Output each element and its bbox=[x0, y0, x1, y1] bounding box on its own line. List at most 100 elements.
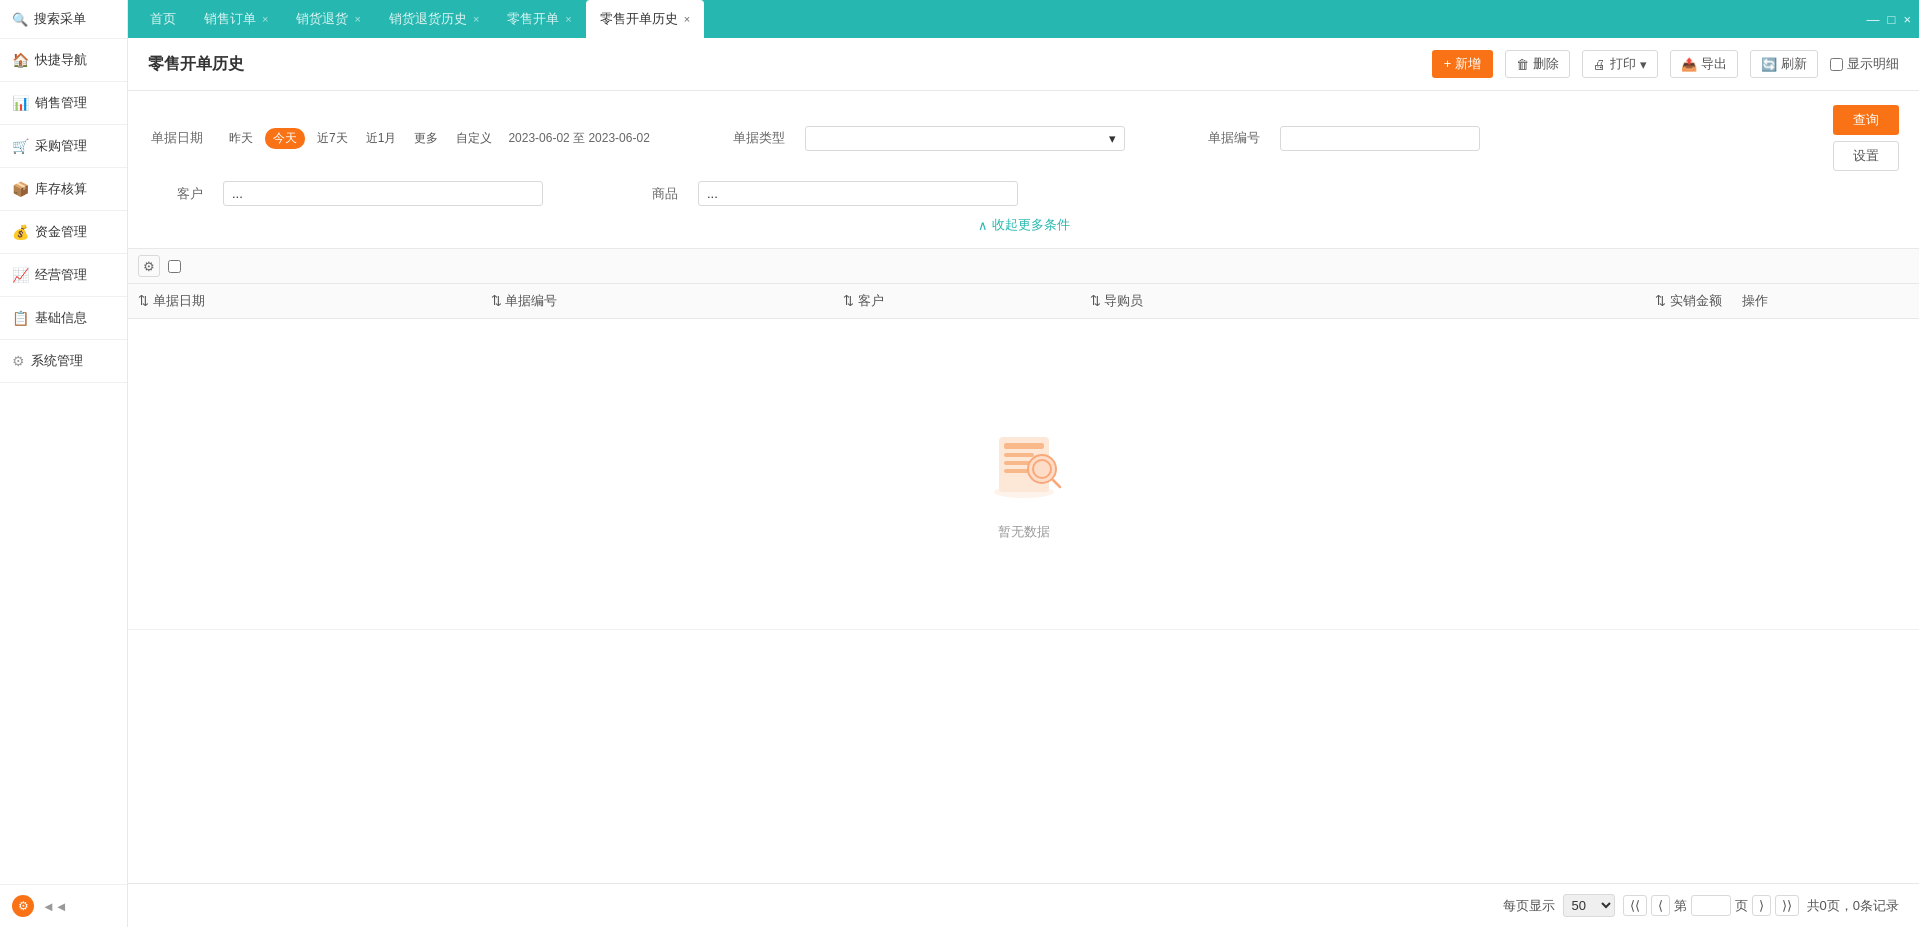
col-action: 操作 bbox=[1732, 284, 1919, 319]
customer-filter-label: 客户 bbox=[148, 185, 203, 203]
sidebar-item-label: 销售管理 bbox=[35, 94, 87, 112]
sort-icon[interactable]: ⇅ bbox=[1090, 293, 1101, 308]
empty-state: 暂无数据 bbox=[138, 327, 1909, 621]
tab-sales-return-label: 销货退货 bbox=[296, 10, 348, 28]
sidebar-item-basic-info[interactable]: 📋 基础信息 bbox=[0, 297, 127, 340]
date-btn-custom[interactable]: 自定义 bbox=[450, 128, 498, 149]
tab-sales-order[interactable]: 销售订单 × bbox=[190, 0, 282, 38]
tab-bar: 首页 销售订单 × 销货退货 × 销货退货历史 × 零售开单 × 零售开单历史 … bbox=[128, 0, 1919, 38]
tab-sales-return-history[interactable]: 销货退货历史 × bbox=[375, 0, 493, 38]
sort-icon[interactable]: ⇅ bbox=[843, 293, 854, 308]
sidebar-item-sales-mgmt[interactable]: 📊 销售管理 bbox=[0, 82, 127, 125]
sidebar-item-quick-nav[interactable]: 🏠 快捷导航 bbox=[0, 39, 127, 82]
sidebar-item-finance[interactable]: 💰 资金管理 bbox=[0, 211, 127, 254]
inventory-icon: 📦 bbox=[12, 181, 29, 197]
home-icon: 🏠 bbox=[12, 52, 29, 68]
sort-icon[interactable]: ⇅ bbox=[1655, 293, 1666, 308]
print-icon: 🖨 bbox=[1593, 57, 1606, 72]
sidebar-search[interactable]: 🔍 搜索采单 bbox=[0, 0, 127, 39]
filter-area: 单据日期 昨天 今天 近7天 近1月 更多 自定义 2023-06-02 至 2… bbox=[128, 91, 1919, 249]
purchase-icon: 🛒 bbox=[12, 138, 29, 154]
per-page-label: 每页显示 bbox=[1503, 897, 1555, 915]
last-page-button[interactable]: ⟩⟩ bbox=[1775, 895, 1799, 916]
add-button[interactable]: + 新增 bbox=[1432, 50, 1493, 78]
select-all-checkbox[interactable] bbox=[168, 260, 181, 273]
page-total: 共0页，0条记录 bbox=[1807, 897, 1899, 915]
svg-rect-2 bbox=[1004, 443, 1044, 449]
query-button[interactable]: 查询 bbox=[1833, 105, 1899, 135]
sidebar-bottom: ⚙ ◄◄ bbox=[0, 884, 127, 927]
svg-rect-5 bbox=[1004, 469, 1029, 473]
table-settings-icon[interactable]: ⚙ bbox=[138, 255, 160, 277]
goods-filter-select[interactable]: ... bbox=[698, 181, 1018, 206]
sales-icon: 📊 bbox=[12, 95, 29, 111]
collapse-filter-label: 收起更多条件 bbox=[992, 216, 1070, 234]
restore-button[interactable]: □ bbox=[1888, 12, 1896, 27]
goods-select-value: ... bbox=[707, 186, 718, 201]
date-filter-label: 单据日期 bbox=[148, 129, 203, 147]
tab-retail-open-history-close[interactable]: × bbox=[684, 13, 690, 25]
tab-retail-open[interactable]: 零售开单 × bbox=[493, 0, 585, 38]
refresh-icon: 🔄 bbox=[1761, 57, 1777, 72]
settings-button[interactable]: ⚙ bbox=[12, 895, 34, 917]
display-detail-input[interactable] bbox=[1830, 58, 1843, 71]
date-btn-yesterday[interactable]: 昨天 bbox=[223, 128, 259, 149]
sidebar-item-label: 库存核算 bbox=[35, 180, 87, 198]
export-button[interactable]: 📤 导出 bbox=[1670, 50, 1738, 78]
close-button[interactable]: × bbox=[1903, 12, 1911, 27]
display-detail-checkbox[interactable]: 显示明细 bbox=[1830, 55, 1899, 73]
date-btn-today[interactable]: 今天 bbox=[265, 128, 305, 149]
tab-sales-order-close[interactable]: × bbox=[262, 13, 268, 25]
date-btn-1month[interactable]: 近1月 bbox=[360, 128, 403, 149]
sidebar-item-purchase-mgmt[interactable]: 🛒 采购管理 bbox=[0, 125, 127, 168]
refresh-button[interactable]: 🔄 刷新 bbox=[1750, 50, 1818, 78]
tab-sales-order-label: 销售订单 bbox=[204, 10, 256, 28]
col-number: ⇅ 单据编号 bbox=[481, 284, 834, 319]
sidebar-item-label: 快捷导航 bbox=[35, 51, 87, 69]
type-select-arrow: ▾ bbox=[1109, 131, 1116, 146]
page-suffix-label: 页 bbox=[1735, 897, 1748, 915]
sidebar-item-inventory[interactable]: 📦 库存核算 bbox=[0, 168, 127, 211]
tab-retail-open-history[interactable]: 零售开单历史 × bbox=[586, 0, 704, 38]
filter-row-2: 客户 ... 商品 ... bbox=[148, 181, 1899, 206]
tab-home-label: 首页 bbox=[150, 10, 176, 28]
tab-retail-open-close[interactable]: × bbox=[565, 13, 571, 25]
tab-sales-return-close[interactable]: × bbox=[354, 13, 360, 25]
pagination: 每页显示 50 100 200 ⟨⟨ ⟨ 第 1 页 ⟩ ⟩⟩ 共0页，0条记录 bbox=[128, 883, 1919, 927]
sidebar-item-sys-mgmt[interactable]: ⚙ 系统管理 bbox=[0, 340, 127, 383]
customer-filter-select[interactable]: ... bbox=[223, 181, 543, 206]
setting-button[interactable]: 设置 bbox=[1833, 141, 1899, 171]
table-body: 暂无数据 bbox=[128, 319, 1919, 630]
per-page-select[interactable]: 50 100 200 bbox=[1563, 894, 1615, 917]
next-page-button[interactable]: ⟩ bbox=[1752, 895, 1771, 916]
collapse-filter-button[interactable]: ∧ 收起更多条件 bbox=[978, 216, 1070, 234]
minimize-button[interactable]: — bbox=[1867, 12, 1880, 27]
tab-sales-return[interactable]: 销货退货 × bbox=[282, 0, 374, 38]
empty-state-row: 暂无数据 bbox=[128, 319, 1919, 630]
page-nav: ⟨⟨ ⟨ 第 1 页 ⟩ ⟩⟩ bbox=[1623, 895, 1799, 916]
sidebar-item-business[interactable]: 📈 经营管理 bbox=[0, 254, 127, 297]
goods-filter-label: 商品 bbox=[623, 185, 678, 203]
page-number-input[interactable]: 1 bbox=[1691, 895, 1731, 916]
delete-button[interactable]: 🗑 删除 bbox=[1505, 50, 1570, 78]
first-page-button[interactable]: ⟨⟨ bbox=[1623, 895, 1647, 916]
tab-home[interactable]: 首页 bbox=[136, 0, 190, 38]
tab-sales-return-history-close[interactable]: × bbox=[473, 13, 479, 25]
type-filter-select[interactable]: ▾ bbox=[805, 126, 1125, 151]
tab-retail-open-label: 零售开单 bbox=[507, 10, 559, 28]
toolbar: + 新增 🗑 删除 🖨 打印 ▾ 📤 导出 🔄 刷新 显示明细 bbox=[1432, 50, 1899, 78]
sort-icon[interactable]: ⇅ bbox=[138, 293, 149, 308]
export-icon: 📤 bbox=[1681, 57, 1697, 72]
collapse-bar: ∧ 收起更多条件 bbox=[148, 216, 1899, 240]
prev-page-button[interactable]: ⟨ bbox=[1651, 895, 1670, 916]
number-filter-input[interactable] bbox=[1280, 126, 1480, 151]
table-toolbar: ⚙ bbox=[128, 249, 1919, 284]
sidebar-item-label: 系统管理 bbox=[31, 352, 83, 370]
date-btn-more[interactable]: 更多 bbox=[408, 128, 444, 149]
page-title: 零售开单历史 bbox=[148, 54, 244, 75]
date-btn-7days[interactable]: 近7天 bbox=[311, 128, 354, 149]
sort-icon[interactable]: ⇅ bbox=[491, 293, 502, 308]
sidebar-collapse-button[interactable]: ◄◄ bbox=[42, 899, 68, 914]
print-button[interactable]: 🖨 打印 ▾ bbox=[1582, 50, 1658, 78]
table-header: ⇅ 单据日期 ⇅ 单据编号 ⇅ 客户 ⇅ 导购员 bbox=[128, 284, 1919, 319]
